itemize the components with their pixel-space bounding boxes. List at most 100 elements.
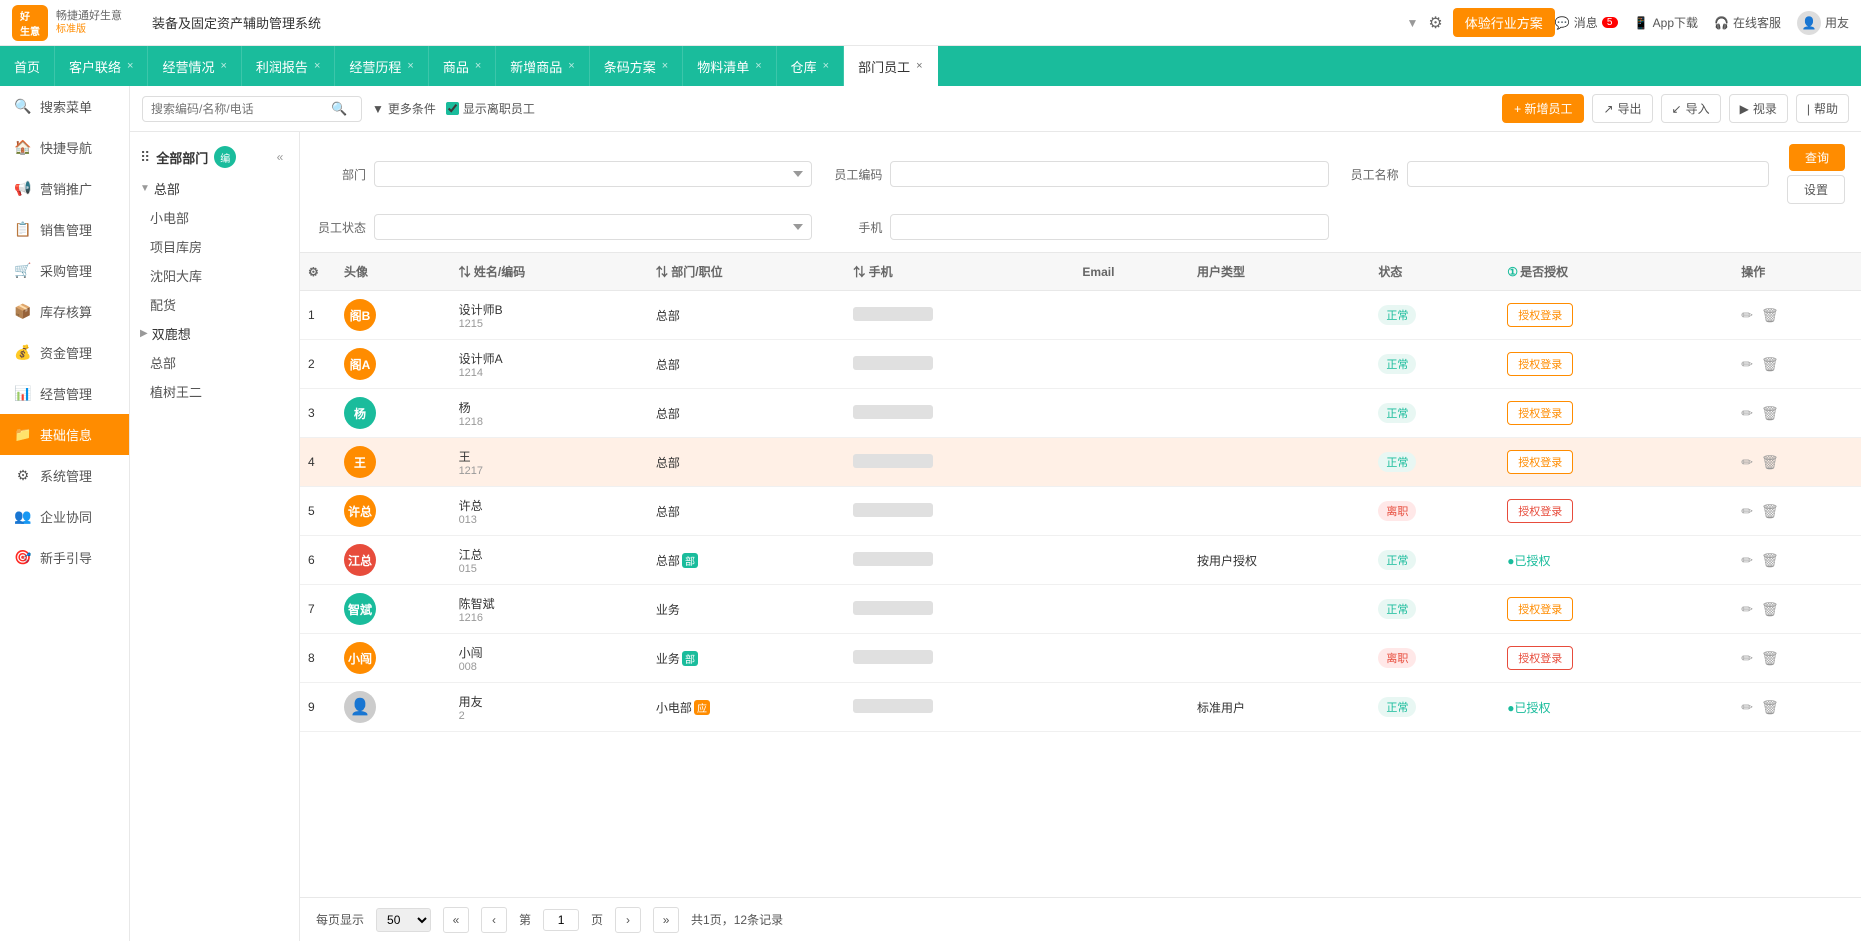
tab-operations[interactable]: 经营情况×: [148, 46, 241, 86]
sidebar-item-basic-info[interactable]: 📁 基础信息: [0, 414, 129, 455]
tab-warehouse[interactable]: 仓库×: [777, 46, 844, 86]
tab-goods[interactable]: 商品×: [429, 46, 496, 86]
auth-login-btn[interactable]: 授权登录: [1507, 646, 1573, 670]
tree-section-shuanglu[interactable]: ▶ 双鹿想: [130, 319, 299, 348]
edit-icon[interactable]: ✏: [1741, 699, 1753, 716]
last-page-btn[interactable]: »: [653, 907, 679, 933]
sidebar-item-sales[interactable]: 📋 销售管理: [0, 209, 129, 250]
close-icon[interactable]: ×: [916, 60, 922, 72]
print-btn[interactable]: | 帮助: [1796, 94, 1849, 123]
col-name[interactable]: ⇅ 姓名/编码: [451, 253, 648, 291]
auth-login-btn[interactable]: 授权登录: [1507, 450, 1573, 474]
sidebar-item-management[interactable]: 📊 经营管理: [0, 373, 129, 414]
filter-dept-select[interactable]: [374, 161, 812, 187]
delete-icon[interactable]: 🗑: [1761, 454, 1779, 471]
close-icon[interactable]: ×: [407, 60, 413, 72]
delete-icon[interactable]: 🗑: [1761, 503, 1779, 520]
settings-icon[interactable]: ⚙: [1428, 13, 1442, 33]
close-icon[interactable]: ×: [823, 60, 829, 72]
delete-icon[interactable]: 🗑: [1761, 356, 1779, 373]
sidebar-item-purchase[interactable]: 🛒 采购管理: [0, 250, 129, 291]
search-input[interactable]: [151, 102, 331, 116]
tab-bom[interactable]: 物料清单×: [683, 46, 776, 86]
edit-icon[interactable]: ✏: [1741, 552, 1753, 569]
dropdown-arrow[interactable]: ▼: [1406, 16, 1418, 30]
edit-icon[interactable]: ✏: [1741, 650, 1753, 667]
close-icon[interactable]: ×: [475, 60, 481, 72]
close-icon[interactable]: ×: [220, 60, 226, 72]
tab-barcode[interactable]: 条码方案×: [590, 46, 683, 86]
export-btn[interactable]: ↗ 导出: [1592, 94, 1652, 123]
add-employee-btn[interactable]: + 新增员工: [1502, 94, 1584, 123]
sidebar-item-search[interactable]: 🔍 搜索菜单: [0, 86, 129, 127]
message-btn[interactable]: 💬 消息 5: [1555, 14, 1618, 31]
sidebar-item-marketing[interactable]: 📢 营销推广: [0, 168, 129, 209]
tree-item-peihuo[interactable]: 配货: [130, 290, 299, 319]
query-btn[interactable]: 查询: [1789, 144, 1845, 171]
per-page-select[interactable]: 50 100: [376, 908, 431, 932]
delete-icon[interactable]: 🗑: [1761, 307, 1779, 324]
tree-item-zhishu[interactable]: 植树王二: [130, 377, 299, 406]
tree-collapse-btn[interactable]: «: [271, 148, 289, 166]
close-icon[interactable]: ×: [314, 60, 320, 72]
auth-login-btn[interactable]: 授权登录: [1507, 401, 1573, 425]
edit-icon[interactable]: ✏: [1741, 601, 1753, 618]
set-btn[interactable]: 设置: [1787, 175, 1845, 204]
delete-icon[interactable]: 🗑: [1761, 601, 1779, 618]
col-settings[interactable]: ⚙: [300, 253, 336, 291]
tree-item-zongbu[interactable]: 总部: [130, 348, 299, 377]
edit-icon[interactable]: ✏: [1741, 454, 1753, 471]
tree-item-shenyang[interactable]: 沈阳大库: [130, 261, 299, 290]
auth-login-btn[interactable]: 授权登录: [1507, 303, 1573, 327]
close-icon[interactable]: ×: [127, 60, 133, 72]
tab-customers[interactable]: 客户联络×: [55, 46, 148, 86]
next-page-btn[interactable]: ›: [615, 907, 641, 933]
delete-icon[interactable]: 🗑: [1761, 699, 1779, 716]
col-phone[interactable]: ⇅ 手机: [845, 253, 1074, 291]
search-icon[interactable]: 🔍: [331, 101, 347, 117]
close-icon[interactable]: ×: [662, 60, 668, 72]
experience-btn[interactable]: 体验行业方案: [1453, 8, 1555, 37]
show-resigned-checkbox[interactable]: [446, 102, 459, 115]
tree-edit-icon[interactable]: 编: [214, 146, 236, 168]
auth-login-btn[interactable]: 授权登录: [1507, 499, 1573, 523]
view-btn[interactable]: ▶ 视录: [1729, 94, 1788, 123]
sidebar-item-finance[interactable]: 💰 资金管理: [0, 332, 129, 373]
filter-name-input[interactable]: [1407, 161, 1769, 187]
tab-history[interactable]: 经营历程×: [335, 46, 428, 86]
first-page-btn[interactable]: «: [443, 907, 469, 933]
edit-icon[interactable]: ✏: [1741, 405, 1753, 422]
filter-code-input[interactable]: [890, 161, 1328, 187]
close-icon[interactable]: ×: [755, 60, 761, 72]
online-service-btn[interactable]: 🎧 在线客服: [1714, 14, 1781, 31]
tree-item-xiaodian[interactable]: 小电部: [130, 203, 299, 232]
edit-icon[interactable]: ✏: [1741, 356, 1753, 373]
more-filter-btn[interactable]: ▼ 更多条件: [372, 100, 436, 117]
sidebar-item-quicknav[interactable]: 🏠 快捷导航: [0, 127, 129, 168]
sidebar-item-collab[interactable]: 👥 企业协同: [0, 496, 129, 537]
app-download-btn[interactable]: 📱 App下载: [1634, 14, 1698, 31]
tab-dept-staff[interactable]: 部门员工×: [844, 46, 937, 86]
tab-profit[interactable]: 利润报告×: [242, 46, 335, 86]
close-icon[interactable]: ×: [568, 60, 574, 72]
prev-page-btn[interactable]: ‹: [481, 907, 507, 933]
sidebar-item-system[interactable]: ⚙ 系统管理: [0, 455, 129, 496]
edit-icon[interactable]: ✏: [1741, 307, 1753, 324]
col-dept[interactable]: ⇅ 部门/职位: [648, 253, 845, 291]
delete-icon[interactable]: 🗑: [1761, 405, 1779, 422]
delete-icon[interactable]: 🗑: [1761, 552, 1779, 569]
auth-login-btn[interactable]: 授权登录: [1507, 597, 1573, 621]
sidebar-item-guide[interactable]: 🎯 新手引导: [0, 537, 129, 578]
filter-status-select[interactable]: [374, 214, 812, 240]
tab-add-goods[interactable]: 新增商品×: [496, 46, 589, 86]
import-btn[interactable]: ↙ 导入: [1661, 94, 1721, 123]
auth-login-btn[interactable]: 授权登录: [1507, 352, 1573, 376]
page-input[interactable]: [543, 909, 579, 931]
tree-section-hq[interactable]: ▼ 总部: [130, 174, 299, 203]
sidebar-item-inventory[interactable]: 📦 库存核算: [0, 291, 129, 332]
tab-home[interactable]: 首页: [0, 46, 55, 86]
delete-icon[interactable]: 🗑: [1761, 650, 1779, 667]
user-avatar[interactable]: 👤 用友: [1797, 11, 1849, 35]
edit-icon[interactable]: ✏: [1741, 503, 1753, 520]
tree-item-project[interactable]: 项目库房: [130, 232, 299, 261]
